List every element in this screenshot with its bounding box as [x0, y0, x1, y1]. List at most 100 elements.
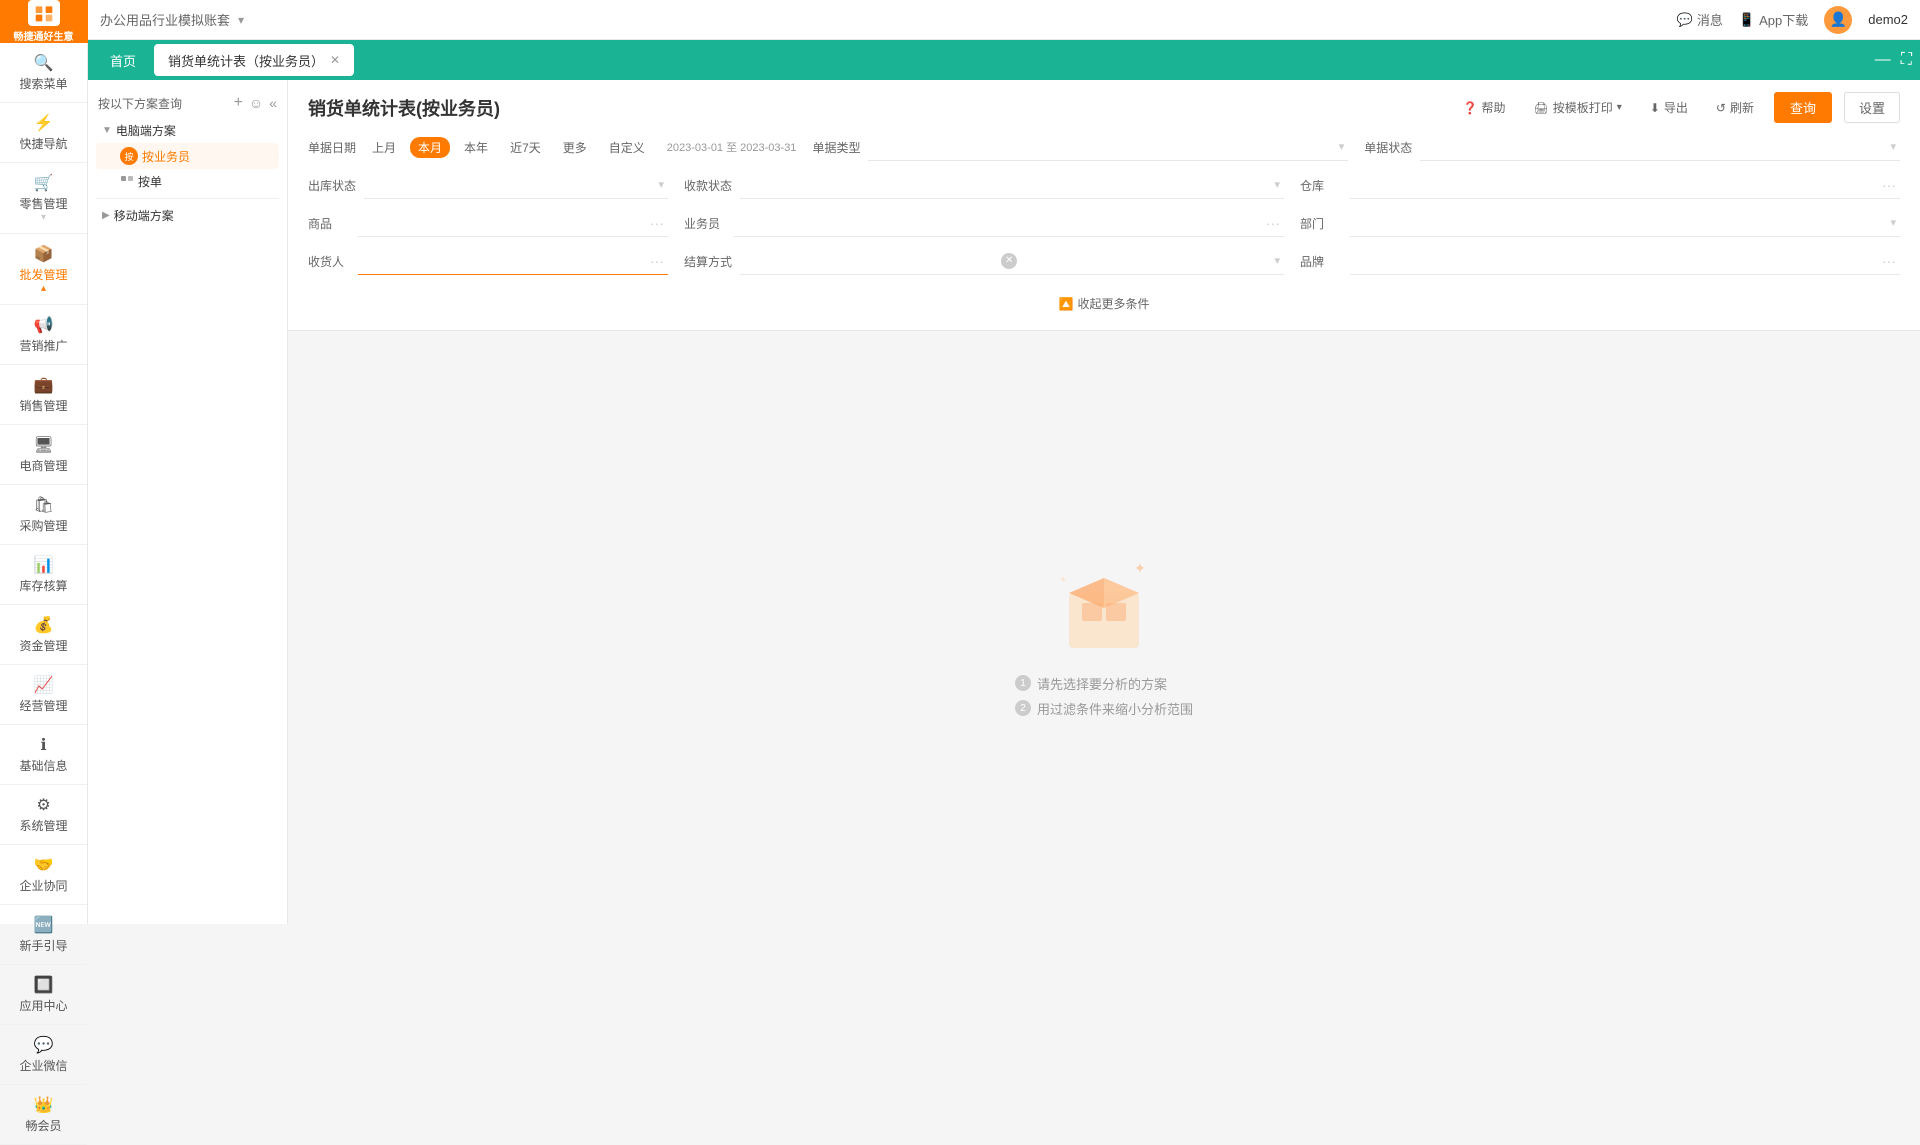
print-icon: 🖨 — [1534, 101, 1549, 115]
tree-parent-desktop[interactable]: ▼ 电脑端方案 — [96, 118, 279, 143]
sidebar-item-operation[interactable]: 📈 经营管理 — [0, 665, 87, 725]
account-name: 办公用品行业模拟账套 — [100, 10, 230, 29]
settlement-clear-btn[interactable]: ✕ — [1001, 253, 1017, 269]
refresh-btn[interactable]: ↺ 刷新 — [1708, 95, 1762, 120]
tip-num-2: 2 — [1015, 700, 1031, 716]
brand-control[interactable]: ··· — [1350, 247, 1900, 275]
empty-state: ✦ ✦ 1 请先选择要分析的方案 2 用过滤条件来缩小分析范围 — [288, 331, 1920, 924]
sidebar-item-inventory[interactable]: 📊 库存核算 — [0, 545, 87, 605]
page-content: 按以下方案查询 + ☺ « ▼ 电脑端方案 按 按业务员 — [88, 80, 1920, 924]
bill-status-control[interactable]: ▾ — [1420, 133, 1900, 161]
warehouse-label: 仓库 — [1300, 177, 1342, 194]
chevron-down-icon4: ▾ — [1274, 178, 1280, 191]
sidebar-item-finance[interactable]: 💰 资金管理 — [0, 605, 87, 665]
date-label: 单据日期 — [308, 139, 356, 156]
filter-date: 单据日期 上月 本月 本年 近7天 更多 自定义 2023-03-01 至 20… — [308, 137, 796, 158]
app-logo: 畅捷通好生意 — [0, 0, 88, 43]
tree-parent-mobile[interactable]: ▶ 移动端方案 — [96, 203, 279, 228]
page-header: 销货单统计表(按业务员) ❓ 帮助 🖨 按模板打印 ▾ ⬇ — [288, 80, 1920, 331]
tree-parent-mobile-label: 移动端方案 — [114, 207, 174, 224]
receiver-input[interactable] — [362, 254, 650, 268]
sidebar-item-member[interactable]: 👑 畅会员 — [0, 1085, 87, 1145]
tab-close-icon[interactable]: ✕ — [330, 53, 340, 67]
out-status-control[interactable]: ▾ — [364, 171, 668, 199]
bill-type-control[interactable]: ▾ — [868, 133, 1348, 161]
message-btn[interactable]: 💬 消息 — [1677, 10, 1723, 29]
filter-row-2: 出库状态 ▾ 收款状态 ▾ — [308, 171, 1900, 199]
sidebar-item-ecommerce[interactable]: 🖥 电商管理 — [0, 425, 87, 485]
tree-child-label2: 按单 — [138, 173, 162, 190]
department-control[interactable]: ▾ — [1350, 209, 1900, 237]
receiver-control[interactable]: ··· — [358, 247, 668, 275]
warehouse-control[interactable]: ··· — [1350, 171, 1900, 199]
export-btn[interactable]: ⬇ 导出 — [1642, 95, 1696, 120]
brand-label: 品牌 — [1300, 253, 1342, 270]
salesperson-control[interactable]: ··· — [734, 209, 1284, 237]
message-label: 消息 — [1697, 10, 1723, 29]
empty-tip-2: 2 用过滤条件来缩小分析范围 — [1015, 699, 1193, 718]
sidebar-item-retail[interactable]: 🛒 零售管理 ▾ — [0, 163, 87, 234]
topbar: 办公用品行业模拟账套 ▾ 💬 消息 📱 App下载 👤 demo2 — [88, 0, 1920, 40]
add-scheme-btn[interactable]: + — [234, 94, 243, 112]
print-template-btn[interactable]: 🖨 按模板打印 ▾ — [1526, 95, 1630, 120]
tree-child-by-salesperson[interactable]: 按 按业务员 — [96, 143, 279, 169]
date-btn-this-year[interactable]: 本年 — [456, 137, 496, 158]
help-btn[interactable]: ❓ 帮助 — [1455, 95, 1514, 120]
tree-child-by-order[interactable]: 按单 — [96, 169, 279, 194]
sidebar-item-purchase[interactable]: 🛍 采购管理 — [0, 485, 87, 545]
quicknav-icon: ⚡ — [34, 113, 54, 133]
search-icon: 🔍 — [34, 53, 54, 73]
sidebar-item-basic[interactable]: ℹ 基础信息 — [0, 725, 87, 785]
date-btn-last-month[interactable]: 上月 — [364, 137, 404, 158]
date-btn-7days[interactable]: 近7天 — [502, 137, 549, 158]
window-maximize-btn[interactable]: ⛶ — [1901, 51, 1912, 69]
sidebar-item-label: 营销推广 — [19, 337, 67, 354]
ellipsis-icon: ··· — [1882, 177, 1896, 193]
expand-arrow-icon: ▼ — [102, 125, 112, 136]
filter-out-status: 出库状态 ▾ — [308, 171, 668, 199]
sidebar-item-label: 电商管理 — [19, 457, 67, 474]
wholesale-icon: 📦 — [34, 244, 54, 264]
collab-icon: 🤝 — [34, 855, 54, 875]
receipt-status-control[interactable]: ▾ — [740, 171, 1284, 199]
tab-sales-stats[interactable]: 销货单统计表（按业务员） ✕ — [154, 44, 354, 76]
sidebar-item-label: 快捷导航 — [19, 135, 67, 152]
collapse-up-icon: 🔼 — [1059, 297, 1074, 311]
date-btn-more[interactable]: 更多 — [555, 137, 595, 158]
sidebar-item-system[interactable]: ⚙ 系统管理 — [0, 785, 87, 845]
sidebar-item-wholesale[interactable]: 📦 批发管理 ▴ — [0, 234, 87, 305]
sidebar-item-newguide[interactable]: 🆕 新手引导 — [0, 905, 87, 965]
sidebar-item-appcenter[interactable]: 🔲 应用中心 — [0, 965, 87, 1025]
empty-tip-1: 1 请先选择要分析的方案 — [1015, 674, 1193, 693]
app-download-btn[interactable]: 📱 App下载 — [1739, 10, 1808, 29]
sidebar-item-wechat[interactable]: 💬 企业微信 — [0, 1025, 87, 1085]
sidebar-item-label: 基础信息 — [19, 757, 67, 774]
tab-home[interactable]: 首页 — [96, 44, 150, 76]
date-range-display: 2023-03-01 至 2023-03-31 — [667, 139, 797, 155]
window-minimize-btn[interactable]: — — [1875, 51, 1891, 69]
goods-control[interactable]: ··· — [358, 209, 668, 237]
settings-btn[interactable]: 设置 — [1844, 92, 1900, 123]
sidebar-item-collab[interactable]: 🤝 企业协同 — [0, 845, 87, 905]
refresh-icon: ↺ — [1716, 101, 1726, 115]
settlement-label: 结算方式 — [684, 253, 732, 270]
date-btn-this-month[interactable]: 本月 — [410, 137, 450, 158]
sidebar-item-marketing[interactable]: 📢 营销推广 — [0, 305, 87, 365]
system-icon: ⚙ — [36, 795, 50, 815]
sidebar-item-quicknav[interactable]: ⚡ 快捷导航 — [0, 103, 87, 163]
filter-receiver: 收货人 ··· — [308, 247, 668, 275]
user-avatar[interactable]: 👤 — [1824, 6, 1852, 34]
department-label: 部门 — [1300, 215, 1342, 232]
collapse-panel-btn[interactable]: « — [269, 95, 277, 111]
edit-scheme-btn[interactable]: ☺ — [249, 95, 263, 111]
query-btn[interactable]: 查询 — [1774, 92, 1832, 123]
sidebar-item-sales[interactable]: 💼 销售管理 — [0, 365, 87, 425]
tree-section: ▼ 电脑端方案 按 按业务员 按单 — [88, 118, 287, 228]
account-dropdown[interactable]: ▾ — [238, 13, 244, 27]
username[interactable]: demo2 — [1868, 12, 1908, 27]
collapse-filters-btn[interactable]: 🔼 收起更多条件 — [1053, 289, 1156, 318]
bill-type-label: 单据类型 — [812, 139, 860, 156]
date-btn-custom[interactable]: 自定义 — [601, 137, 653, 158]
sidebar-item-search[interactable]: 🔍 搜索菜单 — [0, 43, 87, 103]
settlement-control[interactable]: ✕ ▾ — [740, 247, 1284, 275]
